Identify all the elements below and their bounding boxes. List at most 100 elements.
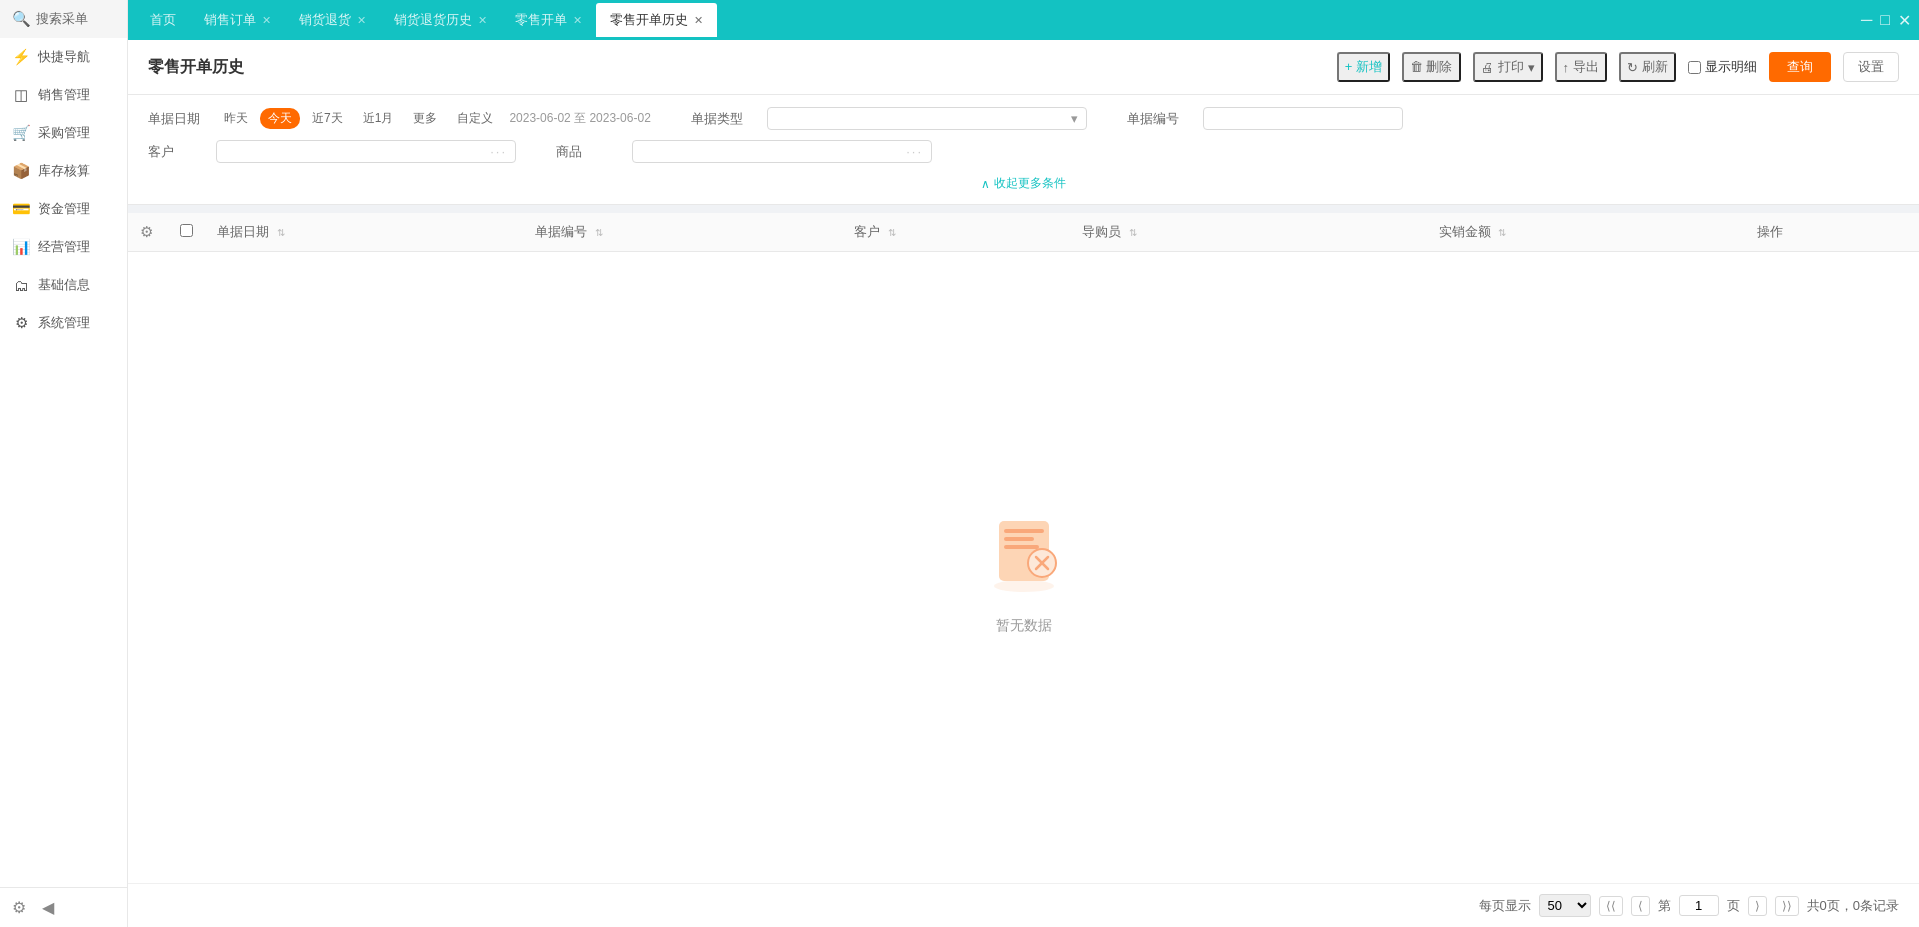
page-size-select[interactable]: 10 20 50 100 bbox=[1539, 894, 1591, 917]
tab-sales-order[interactable]: 销售订单 ✕ bbox=[190, 3, 285, 37]
tab-close-retail-open-history[interactable]: ✕ bbox=[694, 14, 703, 27]
delete-button[interactable]: 🗑 删除 bbox=[1402, 52, 1461, 82]
search-nav-item[interactable]: 🔍 搜索采单 bbox=[0, 0, 127, 38]
next-page-button[interactable]: ⟩ bbox=[1748, 896, 1767, 916]
sidebar-item-label: 资金管理 bbox=[38, 200, 90, 218]
page-title: 零售开单历史 bbox=[148, 57, 244, 78]
sort-guide-icon[interactable]: ⇅ bbox=[1129, 227, 1137, 238]
pagination: 每页显示 10 20 50 100 ⟨⟨ ⟨ 第 1 页 ⟩ ⟩⟩ 共0页，0条… bbox=[128, 883, 1919, 927]
sidebar-item-sys-mgmt[interactable]: ⚙ 系统管理 bbox=[0, 304, 127, 342]
th-number[interactable]: 单据编号 ⇅ bbox=[523, 213, 841, 252]
date-opt-1month[interactable]: 近1月 bbox=[355, 108, 402, 129]
table-gear-icon[interactable]: ⚙ bbox=[140, 223, 153, 240]
tab-retail-open-label: 零售开单 bbox=[515, 11, 567, 29]
tab-close-sales-return-history[interactable]: ✕ bbox=[478, 14, 487, 27]
tab-close-sales-return[interactable]: ✕ bbox=[357, 14, 366, 27]
goods-input-wrap: ··· bbox=[632, 140, 932, 163]
add-button[interactable]: + 新增 bbox=[1337, 52, 1390, 82]
sales-mgmt-icon: ◫ bbox=[12, 86, 30, 104]
display-detail-toggle[interactable]: 显示明细 bbox=[1688, 58, 1757, 76]
filter-row-date: 单据日期 昨天 今天 近7天 近1月 更多 自定义 2023-06-02 至 2… bbox=[148, 107, 1899, 130]
search-icon: 🔍 bbox=[12, 10, 30, 28]
sort-customer-icon[interactable]: ⇅ bbox=[888, 227, 896, 238]
th-amount[interactable]: 实销金额 ⇅ bbox=[1427, 213, 1745, 252]
date-options: 昨天 今天 近7天 近1月 更多 自定义 bbox=[216, 108, 501, 129]
current-page-input[interactable]: 1 bbox=[1679, 895, 1719, 916]
sidebar-item-base-info[interactable]: 🗂 基础信息 bbox=[0, 266, 127, 304]
display-detail-checkbox[interactable] bbox=[1688, 61, 1701, 74]
tab-sales-return[interactable]: 销货退货 ✕ bbox=[285, 3, 380, 37]
th-date[interactable]: 单据日期 ⇅ bbox=[205, 213, 523, 252]
tab-close-retail-open[interactable]: ✕ bbox=[573, 14, 582, 27]
date-opt-custom[interactable]: 自定义 bbox=[449, 108, 501, 129]
th-guide[interactable]: 导购员 ⇅ bbox=[1070, 213, 1343, 252]
sidebar-item-finance[interactable]: 💳 资金管理 bbox=[0, 190, 127, 228]
page-size-label: 每页显示 bbox=[1479, 897, 1531, 915]
collapse-sidebar-icon[interactable]: ◀ bbox=[42, 898, 54, 917]
tab-retail-open[interactable]: 零售开单 ✕ bbox=[501, 3, 596, 37]
date-filter-label: 单据日期 bbox=[148, 110, 208, 128]
type-select[interactable]: ▾ bbox=[767, 107, 1087, 130]
sidebar-item-label: 库存核算 bbox=[38, 162, 90, 180]
refresh-icon: ↻ bbox=[1627, 60, 1638, 75]
sidebar-bottom: ⚙ ◀ bbox=[0, 887, 127, 927]
th-customer[interactable]: 客户 ⇅ bbox=[842, 213, 1070, 252]
th-actions: 操作 bbox=[1745, 213, 1919, 252]
tab-sales-return-history[interactable]: 销货退货历史 ✕ bbox=[380, 3, 501, 37]
sidebar-item-label: 采购管理 bbox=[38, 124, 90, 142]
window-maximize-icon[interactable]: □ bbox=[1880, 11, 1890, 29]
customer-input[interactable] bbox=[225, 144, 486, 159]
query-button[interactable]: 查询 bbox=[1769, 52, 1831, 82]
filter-row-customer: 客户 ··· 商品 ··· bbox=[148, 140, 1899, 163]
refresh-button[interactable]: ↻ 刷新 bbox=[1619, 52, 1676, 82]
sidebar-item-operations[interactable]: 📊 经营管理 bbox=[0, 228, 127, 266]
collapse-bar[interactable]: ∧ 收起更多条件 bbox=[148, 173, 1899, 196]
number-filter-group: 单据编号 bbox=[1127, 107, 1403, 130]
window-close-icon[interactable]: ✕ bbox=[1898, 11, 1911, 30]
number-input[interactable] bbox=[1212, 111, 1394, 126]
print-icon: 🖨 bbox=[1481, 60, 1494, 75]
sort-date-icon[interactable]: ⇅ bbox=[277, 227, 285, 238]
svg-rect-3 bbox=[1004, 537, 1034, 541]
empty-state: 暂无数据 bbox=[128, 252, 1919, 883]
print-label: 打印 bbox=[1498, 58, 1524, 76]
goods-dots-icon[interactable]: ··· bbox=[906, 144, 923, 159]
tab-home[interactable]: 首页 bbox=[136, 3, 190, 37]
th-number-label: 单据编号 bbox=[535, 224, 587, 239]
date-opt-yesterday[interactable]: 昨天 bbox=[216, 108, 256, 129]
settings-button[interactable]: 设置 bbox=[1843, 52, 1899, 82]
page-actions: + 新增 🗑 删除 🖨 打印 ▾ ↑ 导出 ↻ 刷新 显示明细 bbox=[1337, 52, 1899, 82]
sidebar-item-sales-mgmt[interactable]: ◫ 销售管理 bbox=[0, 76, 127, 114]
sort-number-icon[interactable]: ⇅ bbox=[595, 227, 603, 238]
sidebar-item-purchase-mgmt[interactable]: 🛒 采购管理 bbox=[0, 114, 127, 152]
prev-page-button[interactable]: ⟨ bbox=[1631, 896, 1650, 916]
tab-close-sales-order[interactable]: ✕ bbox=[262, 14, 271, 27]
sidebar-item-inventory[interactable]: 📦 库存核算 bbox=[0, 152, 127, 190]
tab-retail-open-history[interactable]: 零售开单历史 ✕ bbox=[596, 3, 717, 37]
customer-dots-icon[interactable]: ··· bbox=[490, 144, 507, 159]
total-text: 共0页，0条记录 bbox=[1807, 897, 1899, 915]
sidebar-item-quick-nav[interactable]: ⚡ 快捷导航 bbox=[0, 38, 127, 76]
number-filter-label: 单据编号 bbox=[1127, 110, 1187, 128]
print-button[interactable]: 🖨 打印 ▾ bbox=[1473, 52, 1543, 82]
goods-filter-group: 商品 ··· bbox=[556, 140, 932, 163]
th-guide-label: 导购员 bbox=[1082, 224, 1121, 239]
goods-input[interactable] bbox=[641, 144, 902, 159]
sidebar-item-label: 经营管理 bbox=[38, 238, 90, 256]
tab-home-label: 首页 bbox=[150, 11, 176, 29]
first-page-button[interactable]: ⟨⟨ bbox=[1599, 896, 1623, 916]
date-opt-more[interactable]: 更多 bbox=[405, 108, 445, 129]
svg-rect-4 bbox=[1004, 545, 1039, 549]
settings-bottom-icon[interactable]: ⚙ bbox=[12, 898, 26, 917]
tabs-bar: 首页 销售订单 ✕ 销货退货 ✕ 销货退货历史 ✕ 零售开单 ✕ 零售开单历史 … bbox=[128, 0, 1919, 40]
sort-amount-icon[interactable]: ⇅ bbox=[1498, 227, 1506, 238]
window-minimize-icon[interactable]: ─ bbox=[1861, 11, 1872, 29]
th-spacer bbox=[1343, 213, 1426, 252]
export-button[interactable]: ↑ 导出 bbox=[1555, 52, 1608, 82]
select-all-checkbox[interactable] bbox=[180, 224, 193, 237]
date-opt-7days[interactable]: 近7天 bbox=[304, 108, 351, 129]
date-opt-today[interactable]: 今天 bbox=[260, 108, 300, 129]
export-icon: ↑ bbox=[1563, 60, 1570, 75]
last-page-button[interactable]: ⟩⟩ bbox=[1775, 896, 1799, 916]
page-label: 第 bbox=[1658, 897, 1671, 915]
